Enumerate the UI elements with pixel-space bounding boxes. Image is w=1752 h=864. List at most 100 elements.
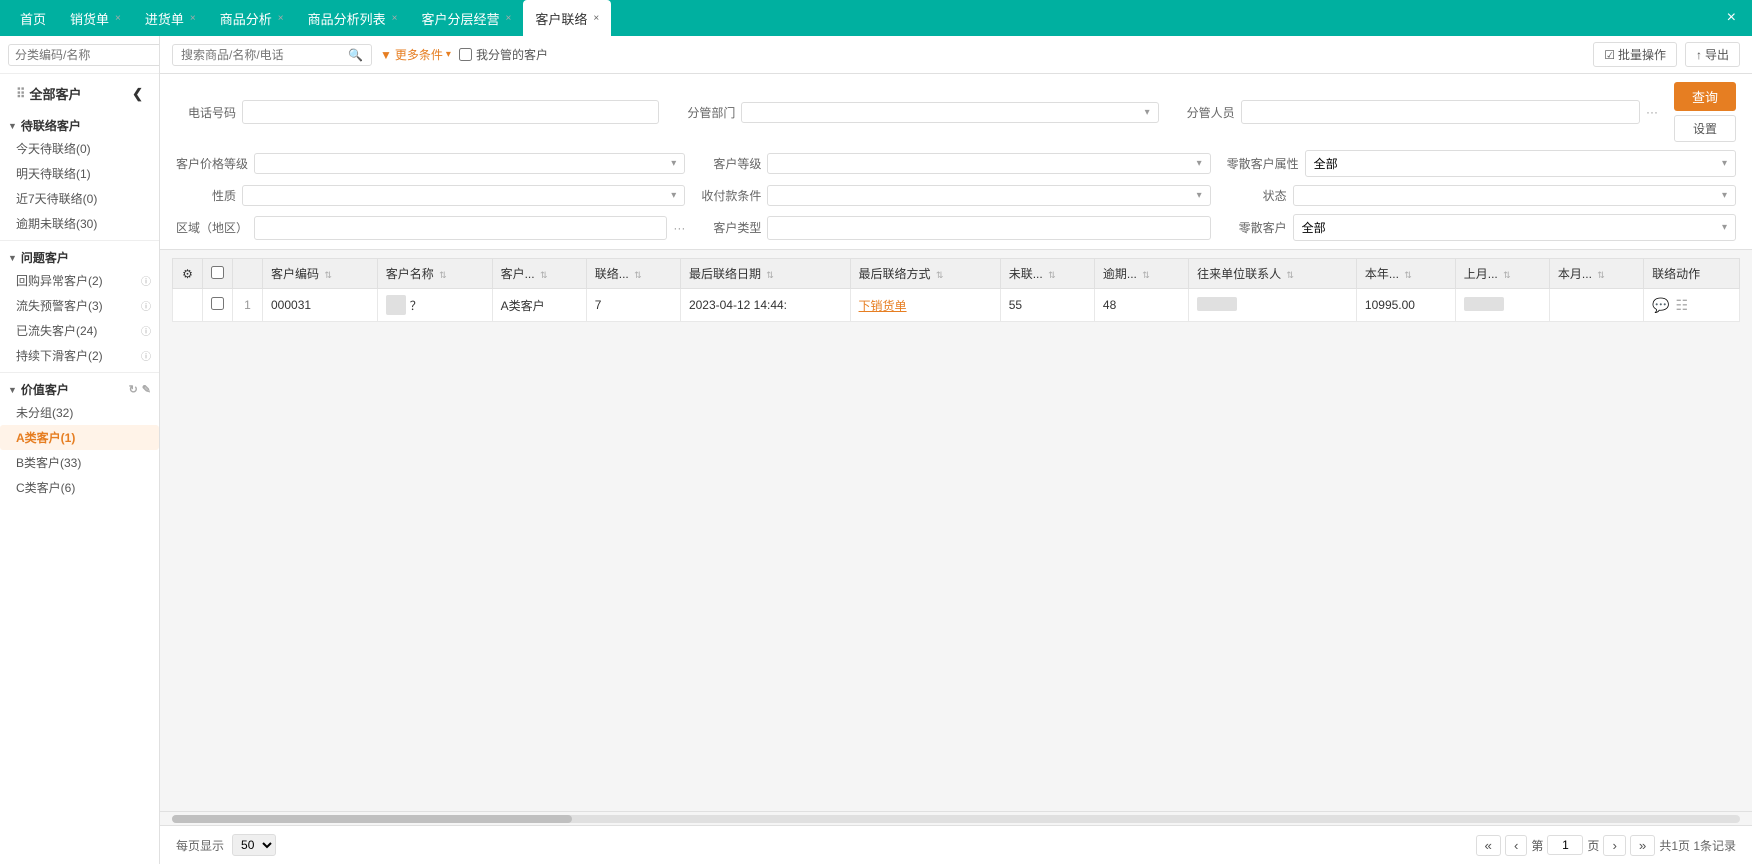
sidebar-item-churn-warning[interactable]: 流失预警客户(3) ⓘ (0, 293, 159, 318)
nav-customer-tier[interactable]: 客户分层经营 × (409, 0, 523, 36)
nav-product-analysis[interactable]: 商品分析 × (208, 0, 296, 36)
nav-purchase-order[interactable]: 进货单 × (133, 0, 208, 36)
nav-product-analysis-list[interactable]: 商品分析列表 × (296, 0, 410, 36)
table-header-contact-count[interactable]: 联络... ⇅ (586, 259, 680, 289)
scroll-track[interactable] (172, 815, 1740, 823)
close-icon[interactable]: × (505, 13, 511, 24)
contact-action-icon[interactable]: 💬 (1652, 297, 1669, 314)
more-filters-button[interactable]: ▼ 更多条件 ▾ (380, 46, 451, 63)
close-all-button[interactable]: × (1719, 9, 1744, 27)
filter-price-level-select[interactable]: ▾ (254, 153, 685, 174)
first-page-button[interactable]: « (1476, 835, 1501, 856)
horizontal-scrollbar[interactable] (160, 811, 1752, 825)
filter-region-input[interactable] (254, 216, 667, 240)
edit-icon[interactable]: ✎ (142, 383, 151, 396)
select-all-checkbox[interactable] (211, 266, 224, 279)
sidebar-item-overdue[interactable]: 逾期未联络(30) (0, 211, 159, 236)
filter-phone-input[interactable] (242, 100, 659, 124)
chevron-down-icon: ▾ (671, 158, 676, 169)
last-method-link[interactable]: 下销货单 (859, 299, 907, 313)
table-body: 1 000031 ？ A类客户 7 2023-04-12 14:44: (173, 289, 1740, 322)
row-last-method[interactable]: 下销货单 (850, 289, 1000, 322)
action-icons: 💬 ☷ (1652, 297, 1731, 314)
filter-row-1: 电话号码 分管部门 ▾ 分管人员 ··· 查询 设置 (176, 82, 1736, 142)
sidebar-item-today[interactable]: 今天待联络(0) (0, 136, 159, 161)
scroll-thumb[interactable] (172, 815, 572, 823)
page-input[interactable] (1547, 835, 1583, 855)
nav-home[interactable]: 首页 (8, 0, 58, 36)
close-icon[interactable]: × (115, 13, 121, 24)
sidebar-item-tomorrow[interactable]: 明天待联络(1) (0, 161, 159, 186)
filter-row-3: 性质 ▾ 收付款条件 ▾ 状态 (176, 185, 1736, 206)
mine-only-checkbox[interactable] (459, 48, 472, 61)
row-code[interactable]: 000031 (263, 289, 378, 322)
table-header-uncontact[interactable]: 未联... ⇅ (1000, 259, 1094, 289)
table-header-year-amount[interactable]: 本年... ⇅ (1356, 259, 1455, 289)
filter-status-select[interactable]: ▾ (1293, 185, 1736, 206)
search-box[interactable]: 🔍 (172, 44, 372, 66)
refresh-icon[interactable]: ↻ (129, 383, 138, 396)
row-check[interactable] (203, 289, 233, 322)
filter-dept-select[interactable]: ▾ (741, 102, 1158, 123)
category-search-input[interactable] (8, 44, 160, 66)
sidebar-item-declining[interactable]: 持续下滑客户(2) ⓘ (0, 343, 159, 368)
sort-icon: ⇅ (1597, 270, 1605, 280)
row-checkbox[interactable] (211, 297, 224, 310)
close-icon[interactable]: × (190, 13, 196, 24)
filter-nature-select[interactable]: ▾ (242, 185, 685, 206)
sidebar-item-class-c[interactable]: C类客户(6) (0, 475, 159, 500)
table-header-code[interactable]: 客户编码 ⇅ (263, 259, 378, 289)
customer-table: ⚙ 客户编码 ⇅ 客户名称 ⇅ 客户... ⇅ 联络... ⇅ 最后联络日期 ⇅… (172, 258, 1740, 322)
search-icon[interactable]: 🔍 (348, 48, 363, 62)
filter-customer-level-select[interactable]: ▾ (767, 153, 1210, 174)
sidebar-group-pending-label[interactable]: ▼ 待联络客户 (0, 113, 159, 136)
sidebar-item-class-b[interactable]: B类客户(33) (0, 450, 159, 475)
table-header-contacts[interactable]: 往来单位联系人 ⇅ (1189, 259, 1357, 289)
prev-page-button[interactable]: ‹ (1505, 835, 1527, 856)
more-options-icon[interactable]: ··· (673, 221, 685, 235)
sidebar-group-problem-label[interactable]: ▼ 问题客户 (0, 245, 159, 268)
setting-button[interactable]: 设置 (1674, 115, 1736, 142)
expand-arrow-icon: ▼ (8, 121, 17, 131)
table-header-check[interactable] (203, 259, 233, 289)
close-icon[interactable]: × (593, 13, 599, 24)
table-header-name[interactable]: 客户名称 ⇅ (377, 259, 492, 289)
sidebar-all-customers-label[interactable]: ⠿ 全部客户 ❮ (8, 78, 151, 109)
table-header-level[interactable]: 客户... ⇅ (492, 259, 586, 289)
search-input[interactable] (181, 48, 344, 62)
mine-only-checkbox-label[interactable]: 我分管的客户 (459, 46, 548, 63)
last-page-button[interactable]: » (1630, 835, 1655, 856)
table-header-overdue[interactable]: 逾期... ⇅ (1094, 259, 1188, 289)
filter-retail-attr-select[interactable]: 全部 ▾ (1305, 150, 1736, 177)
more-options-icon[interactable]: ··· (1646, 105, 1658, 119)
table-header-this-month[interactable]: 本月... ⇅ (1549, 259, 1643, 289)
table-header-gear[interactable]: ⚙ (173, 259, 203, 289)
sidebar-item-repurchase-abnormal[interactable]: 回购异常客户(2) ⓘ (0, 268, 159, 293)
next-page-button[interactable]: › (1603, 835, 1625, 856)
chevron-down-icon: ▾ (1722, 190, 1727, 201)
close-icon[interactable]: × (392, 13, 398, 24)
export-button[interactable]: ↑ 导出 (1685, 42, 1740, 67)
table-header-last-month[interactable]: 上月... ⇅ (1455, 259, 1549, 289)
close-icon[interactable]: × (278, 13, 284, 24)
table-header-last-method[interactable]: 最后联络方式 ⇅ (850, 259, 1000, 289)
row-contact-count: 7 (586, 289, 680, 322)
sidebar-item-class-a[interactable]: A类客户(1) (0, 425, 159, 450)
filter-manager-input[interactable] (1241, 100, 1640, 124)
filter-payment-select[interactable]: ▾ (767, 185, 1210, 206)
sidebar-item-ungrouped[interactable]: 未分组(32) (0, 400, 159, 425)
table-header-last-date[interactable]: 最后联络日期 ⇅ (680, 259, 850, 289)
filter-payment-label: 收付款条件 (701, 187, 761, 204)
per-page-select[interactable]: 50 (232, 834, 276, 856)
search-button[interactable]: 查询 (1674, 82, 1736, 111)
sidebar-group-value-label[interactable]: ▼ 价值客户 ↻ ✎ (0, 377, 159, 400)
filter-nature-label: 性质 (176, 187, 236, 204)
filter-retail-customer-select[interactable]: 全部 ▾ (1293, 214, 1736, 241)
nav-sales-order[interactable]: 销货单 × (58, 0, 133, 36)
sidebar-item-week[interactable]: 近7天待联络(0) (0, 186, 159, 211)
filter-customer-type-input[interactable] (767, 216, 1210, 240)
more-action-icon[interactable]: ☷ (1676, 297, 1689, 314)
sidebar-item-churned[interactable]: 已流失客户(24) ⓘ (0, 318, 159, 343)
batch-operation-button[interactable]: ☑ 批量操作 (1593, 42, 1677, 67)
nav-customer-contact[interactable]: 客户联络 × (523, 0, 611, 36)
